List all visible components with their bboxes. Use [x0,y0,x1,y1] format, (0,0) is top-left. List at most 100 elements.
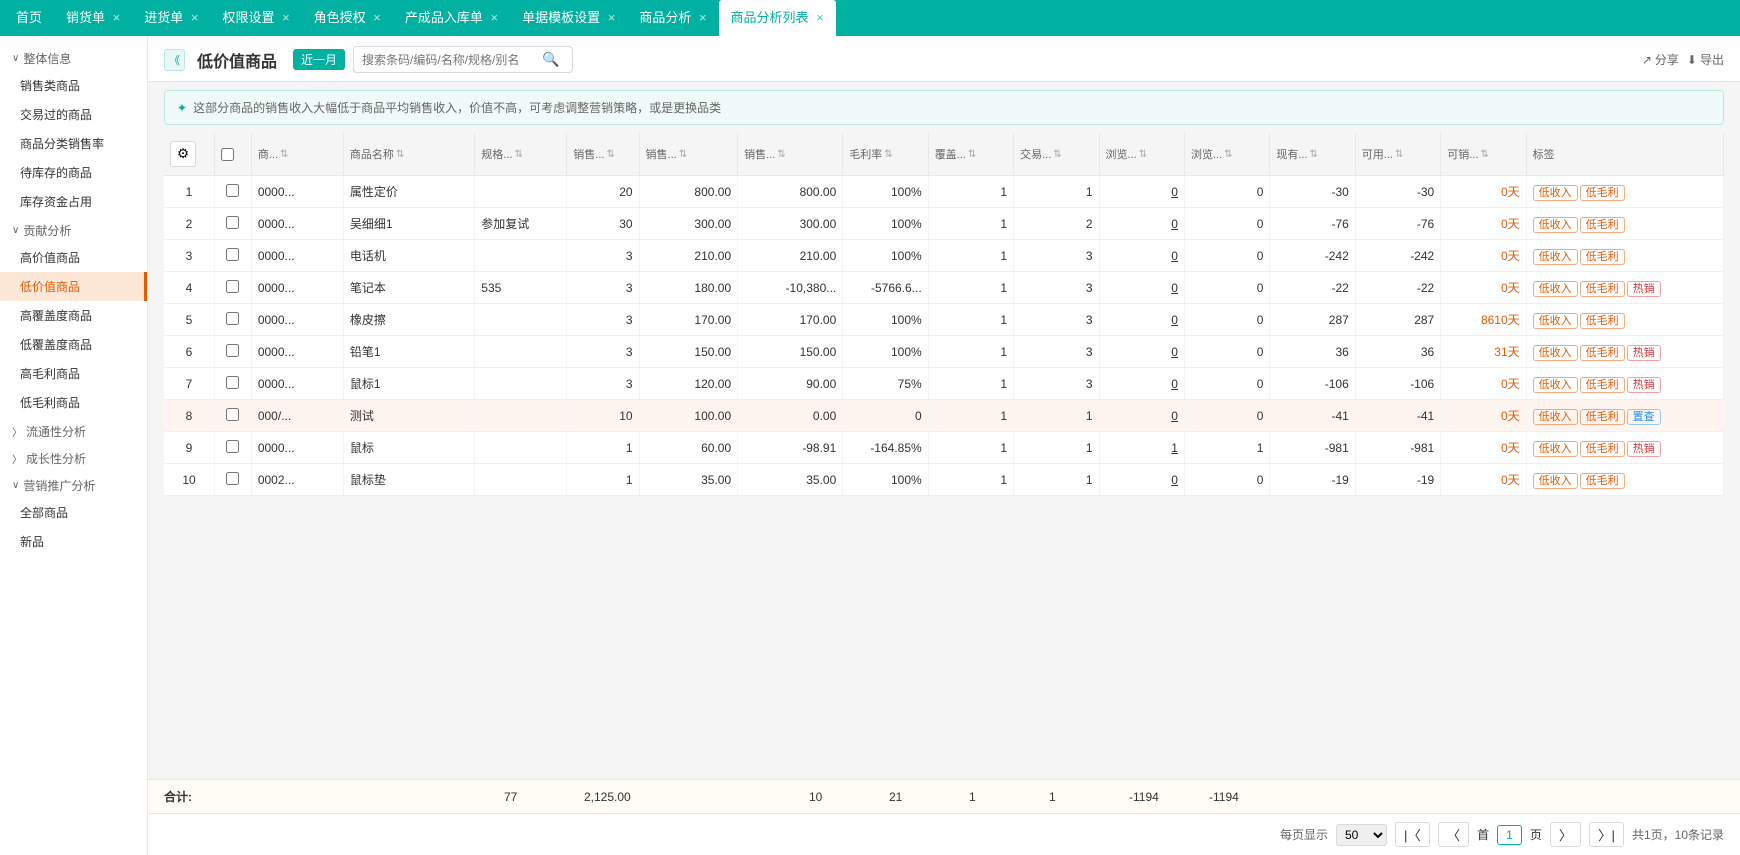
sidebar-item-low-coverage[interactable]: 低覆盖度商品 [0,330,147,359]
th-sales-qty[interactable]: 销售...⇅ [567,133,639,176]
nav-sales[interactable]: 销货单 × [54,0,132,36]
nav-role-close[interactable]: × [373,10,381,25]
sidebar-item-stock-capital[interactable]: 库存资金占用 [0,187,147,216]
sort-icon-9[interactable]: ⇅ [1053,149,1061,160]
th-sales-amt[interactable]: 销售...⇅ [639,133,738,176]
sidebar-group-circulation[interactable]: 〉 流通性分析 [0,417,147,444]
fv-browse1: 1 [963,790,1043,804]
th-spec[interactable]: 规格...⇅ [475,133,567,176]
sort-icon-13[interactable]: ⇅ [1395,149,1403,160]
first-page-btn[interactable]: |〈 [1395,822,1430,847]
nav-analysis-close[interactable]: × [699,10,707,25]
sidebar-group-marketing[interactable]: ∨ 营销推广分析 [0,471,147,498]
sidebar-item-category-rate[interactable]: 商品分类销售率 [0,129,147,158]
row-checkbox[interactable] [226,280,239,293]
prev-page-btn[interactable]: 〈 [1438,822,1469,847]
gear-button[interactable]: ⚙ [170,141,196,167]
row-stock1: -106 [1270,368,1355,400]
row-checkbox[interactable] [226,248,239,261]
sidebar-item-pending-stock[interactable]: 待库存的商品 [0,158,147,187]
sidebar-item-sales-products[interactable]: 销售类商品 [0,71,147,100]
th-gross-rate[interactable]: 毛利率⇅ [843,133,928,176]
browse1-link[interactable]: 0 [1171,473,1178,487]
sidebar-group-growth[interactable]: 〉 成长性分析 [0,444,147,471]
sort-icon-12[interactable]: ⇅ [1310,149,1318,160]
sidebar-item-all-products[interactable]: 全部商品 [0,498,147,527]
th-trade[interactable]: 交易...⇅ [1014,133,1099,176]
sidebar-item-low-gross[interactable]: 低毛利商品 [0,388,147,417]
sort-icon-3[interactable]: ⇅ [514,149,522,160]
th-coverage[interactable]: 覆盖...⇅ [928,133,1013,176]
sidebar-group-contribution[interactable]: ∨ 贡献分析 [0,216,147,243]
browse1-link[interactable]: 0 [1171,409,1178,423]
nav-analysis-list[interactable]: 商品分析列表 × [719,0,836,36]
nav-home[interactable]: 首页 [4,0,54,36]
sidebar-item-high-gross[interactable]: 高毛利商品 [0,359,147,388]
nav-analysis[interactable]: 商品分析 × [627,0,718,36]
browse1-link[interactable]: 0 [1171,249,1178,263]
per-page-select[interactable]: 50 100 200 [1336,824,1387,846]
date-badge[interactable]: 近一月 [293,49,345,70]
last-page-btn[interactable]: 〉| [1589,822,1624,847]
th-checkbox[interactable] [215,133,252,176]
share-button[interactable]: ↗ 分享 [1642,51,1679,68]
sidebar-item-high-coverage[interactable]: 高覆盖度商品 [0,301,147,330]
next-page-btn[interactable]: 〉 [1550,822,1581,847]
collapse-sidebar-btn[interactable]: 《 [164,49,185,71]
sort-icon-11[interactable]: ⇅ [1224,149,1232,160]
nav-template-close[interactable]: × [608,10,616,25]
sort-icon[interactable]: ⇅ [280,149,288,160]
browse1-link[interactable]: 0 [1171,185,1178,199]
search-input[interactable] [362,53,542,67]
nav-purchase[interactable]: 进货单 × [132,0,210,36]
browse1-link[interactable]: 0 [1171,217,1178,231]
row-checkbox[interactable] [226,440,239,453]
sidebar-item-low-value[interactable]: 低价值商品 [0,272,147,301]
th-gear[interactable]: ⚙ [164,133,215,176]
sidebar-item-traded-products[interactable]: 交易过的商品 [0,100,147,129]
nav-analysis-list-close[interactable]: × [816,10,824,25]
th-stock1[interactable]: 现有...⇅ [1270,133,1355,176]
row-checkbox[interactable] [226,376,239,389]
th-browse2[interactable]: 浏览...⇅ [1184,133,1269,176]
nav-role[interactable]: 角色授权 × [302,0,393,36]
th-stock2[interactable]: 可用...⇅ [1355,133,1440,176]
nav-permission[interactable]: 权限设置 × [210,0,301,36]
nav-product-in-close[interactable]: × [491,10,499,25]
row-checkbox[interactable] [226,344,239,357]
sort-icon-8[interactable]: ⇅ [968,149,976,160]
browse1-link[interactable]: 1 [1171,441,1178,455]
nav-purchase-close[interactable]: × [191,10,199,25]
sort-icon-2[interactable]: ⇅ [396,149,404,160]
row-checkbox[interactable] [226,184,239,197]
sort-icon-7[interactable]: ⇅ [884,149,892,160]
search-icon[interactable]: 🔍 [542,51,559,68]
nav-product-in[interactable]: 产成品入库单 × [393,0,510,36]
sort-icon-6[interactable]: ⇅ [777,149,785,160]
th-code[interactable]: 商...⇅ [251,133,343,176]
row-checkbox[interactable] [226,216,239,229]
th-sales-cost[interactable]: 销售...⇅ [738,133,843,176]
sidebar-item-new-products[interactable]: 新品 [0,527,147,556]
browse1-link[interactable]: 0 [1171,377,1178,391]
browse1-link[interactable]: 0 [1171,281,1178,295]
select-all-checkbox[interactable] [221,148,234,161]
th-name[interactable]: 商品名称⇅ [343,133,474,176]
nav-template[interactable]: 单据模板设置 × [510,0,627,36]
browse1-link[interactable]: 0 [1171,345,1178,359]
sort-icon-5[interactable]: ⇅ [679,149,687,160]
th-sellable[interactable]: 可销...⇅ [1441,133,1526,176]
th-browse1[interactable]: 浏览...⇅ [1099,133,1184,176]
nav-permission-close[interactable]: × [282,10,290,25]
sidebar-group-overall[interactable]: ∨ 整体信息 [0,44,147,71]
sidebar-item-high-value[interactable]: 高价值商品 [0,243,147,272]
row-checkbox[interactable] [226,312,239,325]
export-button[interactable]: ⬇ 导出 [1687,51,1724,68]
row-checkbox[interactable] [226,408,239,421]
row-checkbox[interactable] [226,472,239,485]
nav-sales-close[interactable]: × [113,10,121,25]
sort-icon-10[interactable]: ⇅ [1139,149,1147,160]
sort-icon-4[interactable]: ⇅ [606,149,614,160]
sort-icon-14[interactable]: ⇅ [1480,149,1488,160]
browse1-link[interactable]: 0 [1171,313,1178,327]
